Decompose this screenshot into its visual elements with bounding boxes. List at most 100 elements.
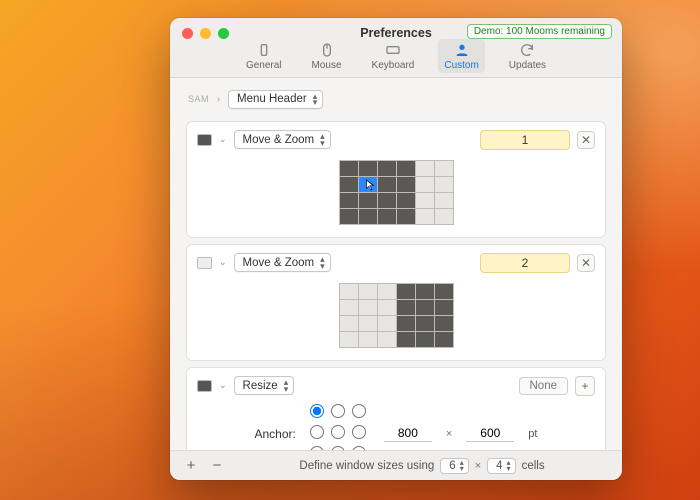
action-type-popup[interactable]: Move & Zoom ▴▾ [234, 130, 331, 149]
grid-cell[interactable] [340, 300, 358, 315]
grid-cell[interactable] [416, 332, 434, 347]
grid-cell[interactable] [397, 300, 415, 315]
grid-cell[interactable] [340, 209, 358, 224]
anchor-radio[interactable] [310, 425, 324, 439]
tab-general[interactable]: General [240, 39, 288, 73]
grid-cell[interactable] [359, 316, 377, 331]
grid-cell[interactable] [359, 332, 377, 347]
height-field[interactable] [466, 425, 514, 442]
zoom-grid[interactable] [339, 283, 454, 348]
hotkey-field[interactable]: 2 [480, 253, 570, 273]
grid-cols-stepper[interactable]: 6 ▴▾ [440, 458, 468, 474]
grid-cell[interactable] [397, 316, 415, 331]
minimize-icon[interactable] [200, 28, 211, 39]
clear-hotkey-button[interactable]: ✕ [577, 131, 595, 149]
anchor-radio[interactable] [331, 425, 345, 439]
grid-cell[interactable] [416, 209, 434, 224]
grid-cell[interactable] [435, 193, 453, 208]
action-type-popup[interactable]: Resize ▴▾ [234, 376, 295, 395]
grid-rows-stepper[interactable]: 4 ▴▾ [487, 458, 515, 474]
tab-label: General [246, 60, 282, 71]
clear-hotkey-button[interactable]: ✕ [577, 254, 595, 272]
grid-cell[interactable] [435, 316, 453, 331]
grid-cell[interactable] [435, 300, 453, 315]
anchor-radio[interactable] [331, 404, 345, 418]
anchor-radio[interactable] [352, 425, 366, 439]
grid-cell[interactable] [359, 300, 377, 315]
grid-cell[interactable] [378, 332, 396, 347]
grid-cell[interactable] [397, 284, 415, 299]
card-header: ⌄ Move & Zoom ▴▾ 1 ✕ [197, 130, 595, 150]
tab-updates[interactable]: Updates [503, 39, 552, 73]
tab-mouse[interactable]: Mouse [306, 39, 348, 73]
remove-action-button[interactable]: − [206, 456, 228, 476]
grid-cell[interactable] [416, 316, 434, 331]
tab-keyboard[interactable]: Keyboard [366, 39, 421, 73]
grid-cell[interactable] [340, 193, 358, 208]
action-type-popup[interactable]: Move & Zoom ▴▾ [234, 253, 331, 272]
grid-cell[interactable] [359, 284, 377, 299]
person-icon [453, 41, 471, 59]
grid-cell[interactable] [359, 161, 377, 176]
grid-cell[interactable] [435, 177, 453, 192]
hotkey-none-button[interactable]: None [519, 377, 569, 395]
chevron-down-icon[interactable]: ⌄ [219, 257, 227, 268]
grid-cell[interactable] [397, 332, 415, 347]
grid-cell[interactable] [378, 161, 396, 176]
grid-cell[interactable] [397, 161, 415, 176]
toolbar-tabs: General Mouse Keyboard Custom [170, 39, 622, 73]
grid-cell[interactable] [435, 332, 453, 347]
add-action-button[interactable]: + [180, 456, 202, 476]
grid-cell[interactable] [416, 300, 434, 315]
grid-cell[interactable] [340, 177, 358, 192]
window-controls [182, 28, 229, 39]
grid-cell[interactable] [359, 209, 377, 224]
grid-cell[interactable] [435, 209, 453, 224]
grid-cell[interactable] [397, 209, 415, 224]
grid-cell[interactable] [378, 209, 396, 224]
grid-cell[interactable] [416, 284, 434, 299]
grid-cell[interactable] [340, 284, 358, 299]
action-card: ⌄ Move & Zoom ▴▾ 1 ✕ [186, 121, 606, 238]
grid-cell[interactable] [397, 177, 415, 192]
zoom-icon[interactable] [218, 28, 229, 39]
updown-caret-icon: ▴▾ [460, 460, 464, 471]
close-icon[interactable] [182, 28, 193, 39]
grid-cell[interactable] [378, 316, 396, 331]
chevron-down-icon[interactable]: ⌄ [219, 380, 227, 391]
color-swatch[interactable] [197, 257, 212, 269]
grid-cell[interactable] [435, 284, 453, 299]
grid-cell[interactable] [378, 284, 396, 299]
grid-cell[interactable] [416, 161, 434, 176]
grid-cell[interactable] [416, 177, 434, 192]
grid-cell[interactable] [416, 193, 434, 208]
grid-cell[interactable] [397, 193, 415, 208]
grid-cell[interactable] [359, 193, 377, 208]
grid-cell[interactable] [378, 300, 396, 315]
color-swatch[interactable] [197, 134, 212, 146]
chevron-down-icon[interactable]: ⌄ [219, 134, 227, 145]
grid-cell[interactable] [340, 332, 358, 347]
tab-custom[interactable]: Custom [438, 39, 484, 73]
updown-caret-icon: ▴▾ [320, 256, 325, 269]
add-hotkey-button[interactable]: + [575, 376, 595, 396]
menu-header-popup[interactable]: Menu Header ▴▾ [228, 90, 323, 109]
popup-label: Move & Zoom [243, 257, 315, 269]
anchor-radio[interactable] [310, 404, 324, 418]
tab-label: Updates [509, 60, 546, 71]
multiply-label: × [475, 460, 481, 472]
hotkey-field[interactable]: 1 [480, 130, 570, 150]
width-field[interactable] [384, 425, 432, 442]
zoom-grid[interactable] [339, 160, 454, 225]
grid-cell[interactable] [340, 316, 358, 331]
footer-text: Define window sizes using [299, 460, 434, 472]
grid-cell[interactable] [340, 161, 358, 176]
sam-label: SAM [188, 94, 209, 104]
anchor-radio[interactable] [352, 404, 366, 418]
grid-cell[interactable] [359, 177, 377, 192]
grid-cell[interactable] [378, 193, 396, 208]
grid-cell[interactable] [435, 161, 453, 176]
popup-label: Resize [243, 380, 278, 392]
color-swatch[interactable] [197, 380, 212, 392]
grid-cell[interactable] [378, 177, 396, 192]
